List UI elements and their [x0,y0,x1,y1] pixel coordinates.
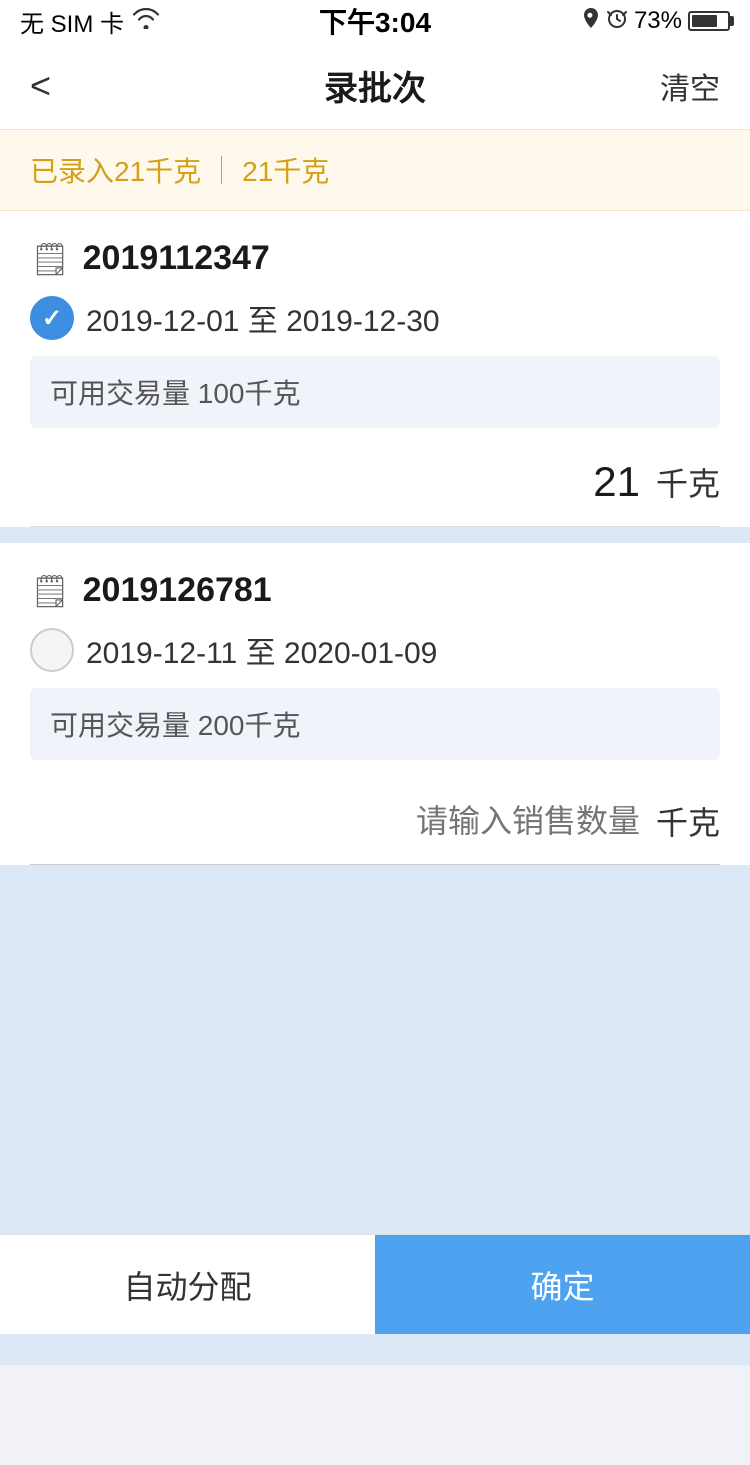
battery-icon [688,11,730,31]
carrier-text: 无 SIM 卡 [20,4,124,39]
location-icon [582,7,600,36]
item-1-radio[interactable] [30,296,74,340]
section-divider [0,527,750,543]
quantity-input-2[interactable] [340,803,640,840]
doc-icon-2: 🗒 [30,572,71,610]
status-time: 下午3:04 [319,1,431,41]
item-1-quantity-unit: 千克 [656,459,720,505]
bottom-bar: 自动分配 确定 [0,1234,750,1334]
wifi-icon [132,7,160,36]
batch-item-2: 🗒 2019126781 2019-12-11 至 2020-01-09 可用交… [0,543,750,865]
status-right: 73% [582,7,730,36]
item-2-input-row: 千克 [0,780,750,864]
item-1-id: 2019112347 [83,239,270,278]
clear-button[interactable]: 清空 [660,64,720,108]
summary-value: 21千克 [242,150,329,190]
item-2-date-row[interactable]: 2019-12-11 至 2020-01-09 [0,620,750,684]
item-2-unit: 千克 [656,798,720,844]
status-bar: 无 SIM 卡 下午3:04 73% [0,0,750,42]
item-2-radio[interactable] [30,628,74,672]
nav-bar: < 录批次 清空 [0,42,750,130]
item-1-date-row[interactable]: 2019-12-01 至 2019-12-30 [0,288,750,352]
item-1-availability: 可用交易量 100千克 [30,356,720,428]
item-1-quantity-row: 21 千克 [0,448,750,526]
item-2-header: 🗒 2019126781 [0,543,750,620]
auto-assign-button[interactable]: 自动分配 [0,1235,375,1334]
summary-divider [221,156,222,184]
alarm-icon [606,7,628,36]
batch-item-1: 🗒 2019112347 2019-12-01 至 2019-12-30 可用交… [0,211,750,527]
summary-recorded: 已录入21千克 [30,150,201,190]
back-button[interactable]: < [30,65,51,107]
item-1-date: 2019-12-01 至 2019-12-30 [86,296,440,340]
item-1-quantity-value: 21 [593,458,640,506]
item-1-header: 🗒 2019112347 [0,211,750,288]
item-2-date: 2019-12-11 至 2020-01-09 [86,628,437,672]
doc-icon-1: 🗒 [30,240,71,278]
battery-percent: 73% [634,7,682,35]
item-2-id: 2019126781 [83,571,272,610]
page-title: 录批次 [324,61,426,110]
status-left: 无 SIM 卡 [20,4,160,39]
summary-banner: 已录入21千克 21千克 [0,130,750,211]
item-2-availability: 可用交易量 200千克 [30,688,720,760]
confirm-button[interactable]: 确定 [375,1235,750,1334]
